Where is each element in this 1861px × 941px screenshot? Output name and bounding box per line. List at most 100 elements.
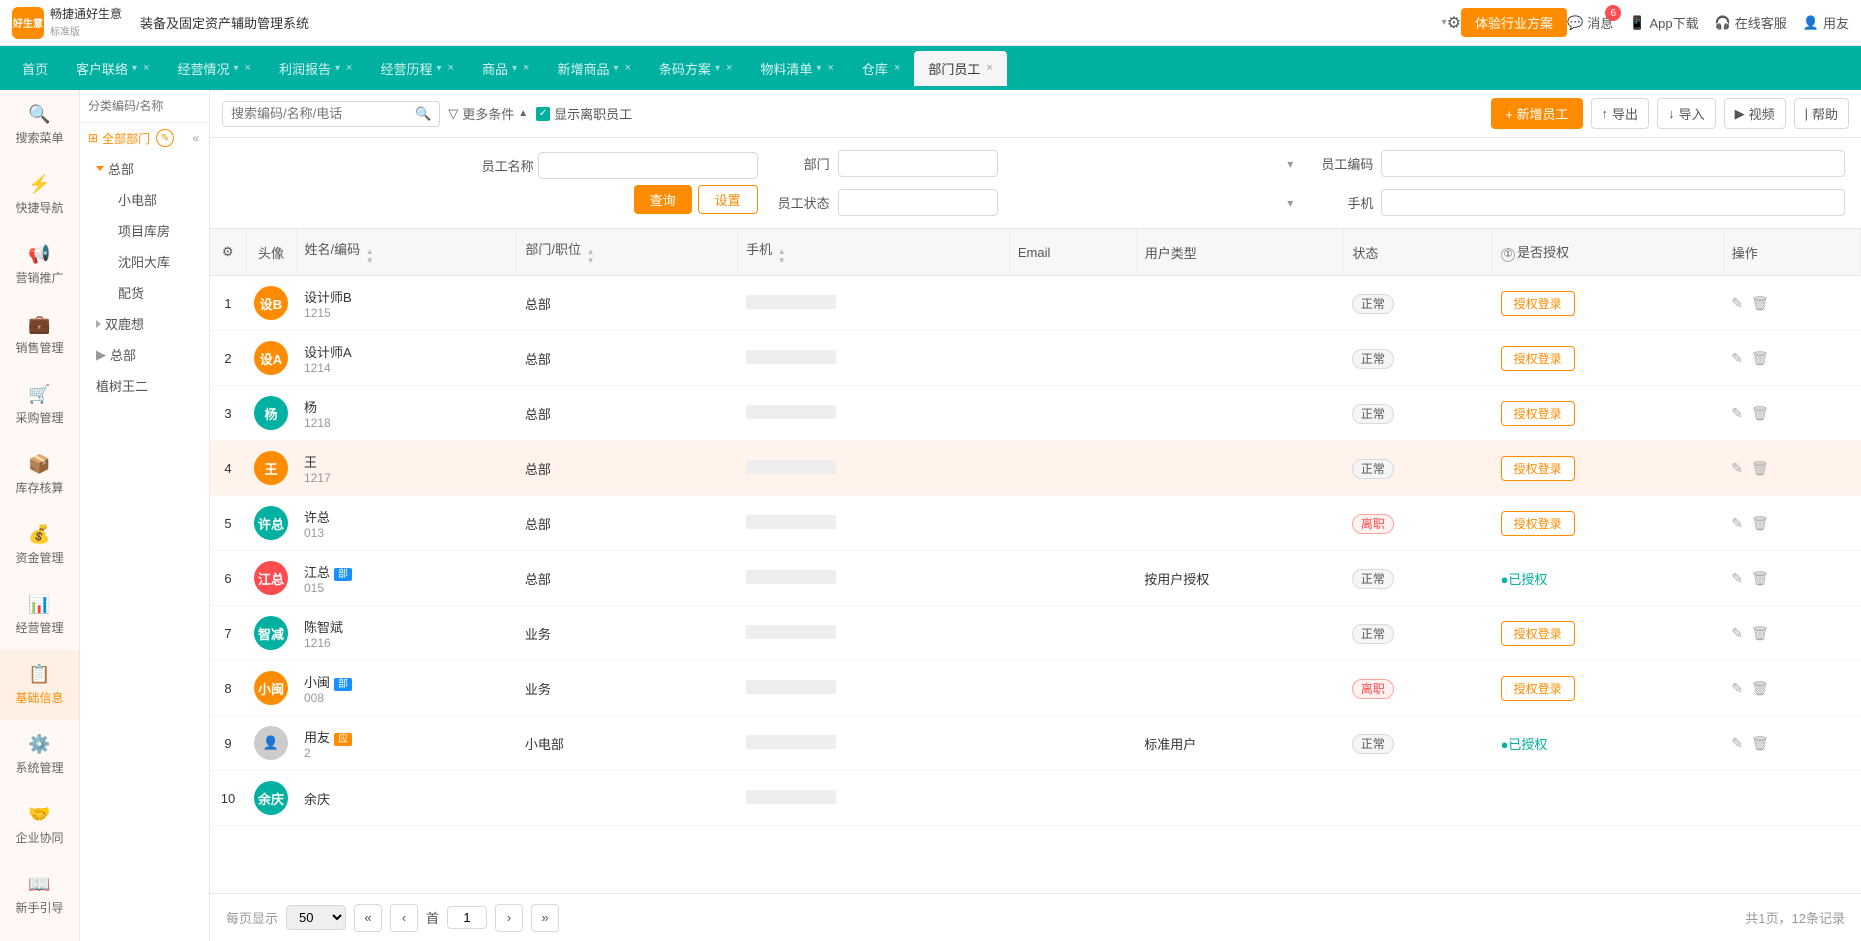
delete-icon[interactable]: 🗑: [1751, 350, 1769, 367]
nav-purchase[interactable]: 🛒 采购管理: [0, 370, 79, 440]
edit-icon[interactable]: ✎: [1731, 295, 1743, 312]
emp-name-input[interactable]: [538, 152, 758, 179]
row-actions: ✎ 🗑: [1723, 331, 1860, 386]
search-input[interactable]: [231, 106, 411, 121]
col-phone[interactable]: 手机 ▲▼: [738, 229, 1010, 276]
nav-basic-info[interactable]: 📋 基础信息: [0, 650, 79, 720]
edit-icon[interactable]: ✎: [1731, 515, 1743, 532]
trial-button[interactable]: 体验行业方案: [1461, 8, 1567, 37]
export-button[interactable]: ↑ 导出: [1591, 98, 1650, 129]
page-size-select[interactable]: 50 20 100: [286, 905, 346, 930]
service-button[interactable]: 🎧 在线客服: [1715, 13, 1787, 32]
auth-button[interactable]: 授权登录: [1501, 456, 1575, 481]
import-label: 导入: [1679, 104, 1705, 123]
gear-button[interactable]: ⚙: [1447, 13, 1461, 33]
auth-button[interactable]: 授权登录: [1501, 401, 1575, 426]
nav-search-menu[interactable]: 🔍 搜索菜单: [0, 90, 79, 160]
dept-select[interactable]: [838, 150, 998, 177]
tab-operation[interactable]: 经营情况 ▾×: [164, 51, 265, 86]
tab-warehouse[interactable]: 仓库 ×: [848, 51, 914, 86]
tab-barcode[interactable]: 条码方案 ▾×: [645, 51, 746, 86]
import-button[interactable]: ↓ 导入: [1657, 98, 1716, 129]
table-header-row: ⚙ 头像 姓名/编码 ▲▼ 部门/职位 ▲▼ 手机 ▲▼: [210, 229, 1861, 276]
nav-guide[interactable]: 📖 新手引导: [0, 860, 79, 930]
add-employee-button[interactable]: + 新增员工: [1491, 98, 1582, 129]
show-resigned-label[interactable]: ✓ 显示离职员工: [536, 104, 632, 123]
nav-sales[interactable]: 💼 销售管理: [0, 300, 79, 370]
tab-home[interactable]: 首页: [8, 51, 62, 86]
tab-add-goods[interactable]: 新增商品 ▾×: [543, 51, 644, 86]
dept-shenyang[interactable]: 沈阳大库: [102, 246, 209, 277]
dept-group-planting[interactable]: 植树王二: [88, 370, 209, 401]
delete-icon[interactable]: 🗑: [1751, 405, 1769, 422]
edit-icon[interactable]: ✎: [1731, 350, 1743, 367]
set-button[interactable]: 设置: [698, 185, 758, 214]
dept-distribution[interactable]: 配货: [102, 277, 209, 308]
page-number-input[interactable]: [447, 906, 487, 929]
auth-button[interactable]: 授权登录: [1501, 511, 1575, 536]
search-icon[interactable]: 🔍: [415, 106, 431, 122]
show-resigned-checkbox[interactable]: ✓: [536, 107, 550, 121]
query-button[interactable]: 查询: [634, 185, 692, 214]
tab-profit[interactable]: 利润报告 ▾×: [265, 51, 366, 86]
tab-goods[interactable]: 商品 ▾×: [468, 51, 543, 86]
all-dept-label: 全部部门: [102, 130, 150, 147]
nav-business[interactable]: 📊 经营管理: [0, 580, 79, 650]
dept-group-zongbu[interactable]: ▶ 总部: [88, 339, 209, 370]
dept-group-headquarters[interactable]: 总部: [88, 153, 209, 184]
delete-icon[interactable]: 🗑: [1751, 625, 1769, 642]
tab-dept-staff[interactable]: 部门员工 ×: [914, 51, 1006, 86]
table-row: 4 王 王 1217 总部 正常 授权登录 ✎ 🗑: [210, 441, 1861, 496]
tab-customer[interactable]: 客户联络 ▾×: [62, 51, 163, 86]
nav-collab[interactable]: 🤝 企业协同: [0, 790, 79, 860]
row-phone: [738, 331, 1010, 386]
emp-code-input[interactable]: [1381, 150, 1845, 177]
delete-icon[interactable]: 🗑: [1751, 680, 1769, 697]
edit-icon[interactable]: ✎: [1731, 680, 1743, 697]
last-page-btn[interactable]: »: [531, 904, 559, 932]
prev-page-btn[interactable]: ‹: [390, 904, 418, 932]
message-button[interactable]: 💬 消息 6: [1567, 13, 1613, 32]
phone-input[interactable]: [1381, 189, 1845, 216]
all-dept-section[interactable]: ⊞ 全部部门 ✎ «: [80, 123, 209, 153]
app-download-button[interactable]: 📱 App下载: [1629, 13, 1698, 32]
edit-icon[interactable]: ✎: [1731, 735, 1743, 752]
more-filters-btn[interactable]: ▽ 更多条件 ▲: [448, 104, 528, 123]
col-settings[interactable]: ⚙: [210, 229, 246, 276]
toolbar-right: + 新增员工 ↑ 导出 ↓ 导入 ▶ 视频 | 帮助: [1491, 98, 1849, 129]
nav-finance[interactable]: 💰 资金管理: [0, 510, 79, 580]
dept-edit-icon[interactable]: ✎: [156, 129, 174, 147]
auth-button[interactable]: 授权登录: [1501, 346, 1575, 371]
dept-group-shuanglu[interactable]: 双鹿想: [88, 308, 209, 339]
nav-system[interactable]: ⚙️ 系统管理: [0, 720, 79, 790]
dept-project[interactable]: 项目库房: [102, 215, 209, 246]
delete-icon[interactable]: 🗑: [1751, 735, 1769, 752]
edit-icon[interactable]: ✎: [1731, 460, 1743, 477]
delete-icon[interactable]: 🗑: [1751, 295, 1769, 312]
auth-button[interactable]: 授权登录: [1501, 676, 1575, 701]
tab-bom[interactable]: 物料清单 ▾×: [746, 51, 847, 86]
user-button[interactable]: 👤 用友: [1803, 13, 1849, 32]
edit-icon[interactable]: ✎: [1731, 405, 1743, 422]
next-page-btn[interactable]: ›: [495, 904, 523, 932]
view-button[interactable]: ▶ 视频: [1724, 98, 1786, 129]
delete-icon[interactable]: 🗑: [1751, 460, 1769, 477]
auth-button[interactable]: 授权登录: [1501, 621, 1575, 646]
first-page-btn[interactable]: «: [354, 904, 382, 932]
auth-button[interactable]: 授权登录: [1501, 291, 1575, 316]
nav-marketing[interactable]: 📢 营销推广: [0, 230, 79, 300]
help-button[interactable]: | 帮助: [1794, 98, 1849, 129]
edit-icon[interactable]: ✎: [1731, 625, 1743, 642]
nav-quick-nav[interactable]: ⚡ 快捷导航: [0, 160, 79, 230]
nav-inventory[interactable]: 📦 库存核算: [0, 440, 79, 510]
delete-icon[interactable]: 🗑: [1751, 515, 1769, 532]
edit-icon[interactable]: ✎: [1731, 570, 1743, 587]
sidebar-collapse-btn[interactable]: «: [190, 129, 201, 147]
col-dept[interactable]: 部门/职位 ▲▼: [517, 229, 738, 276]
dept-xiaodian[interactable]: 小电部: [102, 184, 209, 215]
sidebar-search-input[interactable]: [88, 99, 210, 113]
col-name[interactable]: 姓名/编码 ▲▼: [296, 229, 517, 276]
status-select[interactable]: [838, 189, 998, 216]
delete-icon[interactable]: 🗑: [1751, 570, 1769, 587]
tab-history[interactable]: 经营历程 ▾×: [366, 51, 467, 86]
